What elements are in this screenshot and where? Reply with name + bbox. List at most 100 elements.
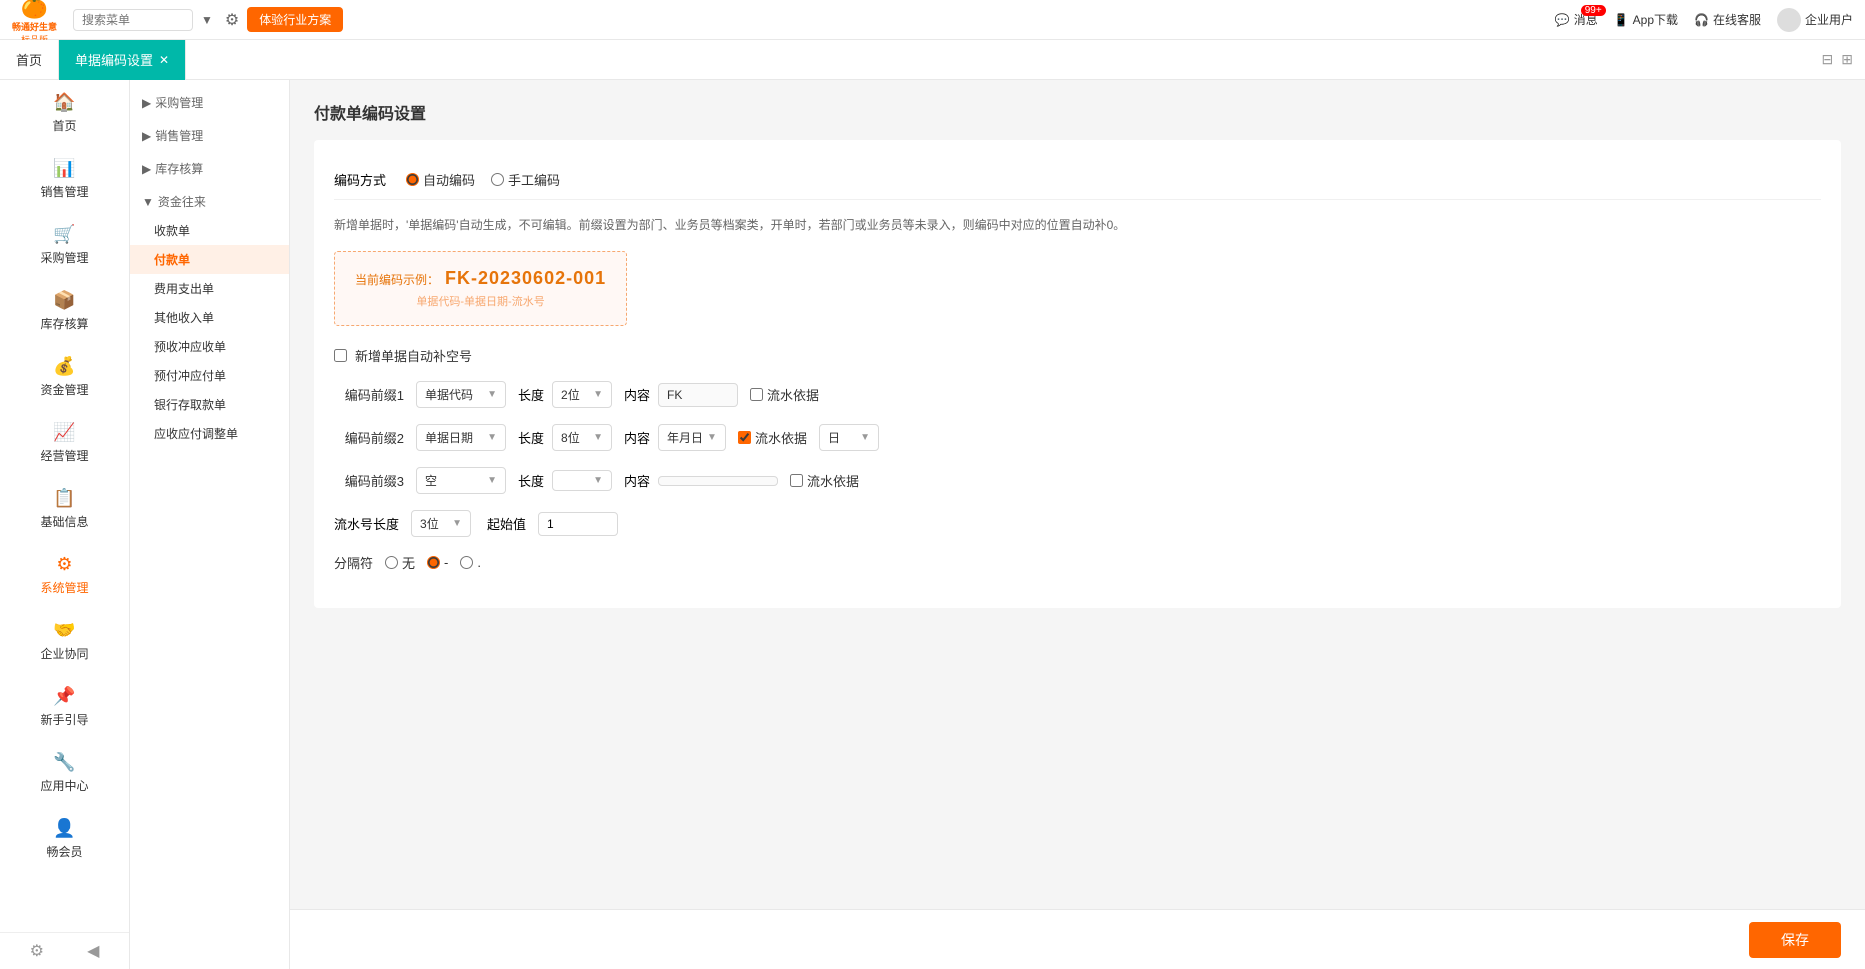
prefix1-serial-checkbox[interactable]: 流水依据 — [750, 385, 819, 404]
sep-dash-radio[interactable]: - — [427, 555, 448, 570]
sidebar-item-inventory[interactable]: 📦 库存核算 — [0, 278, 129, 344]
chevron-down-serial: ▼ — [452, 518, 462, 529]
prefix2-length-select[interactable]: 8位 ▼ — [552, 424, 612, 451]
encode-method-row: 编码方式 自动编码 手工编码 — [334, 160, 1821, 200]
radio-group: 自动编码 手工编码 — [406, 170, 560, 189]
message-badge: 99+ — [1581, 5, 1606, 16]
search-input[interactable] — [73, 9, 193, 31]
left-panel-group-sales: ▶ 销售管理 — [130, 121, 289, 150]
sidebar-item-operations[interactable]: 📈 经营管理 — [0, 410, 129, 476]
sidebar-settings-icon[interactable]: ⚙ — [30, 941, 44, 961]
sidebar-item-system[interactable]: ⚙ 系统管理 — [0, 542, 129, 608]
prefix1-row: 编码前缀1 单据代码 ▼ 长度 2位 ▼ — [334, 381, 1821, 408]
cta-button[interactable]: 体验行业方案 — [247, 7, 343, 32]
topbar-right: 💬 消息 99+ 📱 App下载 🎧 在线客服 企业用户 — [1555, 8, 1853, 32]
prefix1-select[interactable]: 单据代码 ▼ — [416, 381, 506, 408]
avatar — [1777, 8, 1801, 32]
sidebar-item-enterprise[interactable]: 🤝 企业协同 — [0, 608, 129, 674]
tabbar: 首页 单据编码设置 ✕ ⊟ ⊞ — [0, 40, 1865, 80]
sidebar-item-member[interactable]: 👤 畅会员 — [0, 806, 129, 872]
left-panel-group-header-purchase[interactable]: ▶ 采购管理 — [130, 88, 289, 117]
prefix2-serial-unit-select[interactable]: 日 ▼ — [819, 424, 879, 451]
sidebar: 🏠 首页 📊 销售管理 🛒 采购管理 📦 库存核算 💰 资金管理 📈 经营管理 … — [0, 80, 130, 969]
code-preview-label: 当前编码示例： — [355, 271, 439, 288]
prefix2-serial-input[interactable] — [738, 431, 751, 444]
serial-length-select[interactable]: 3位 ▼ — [411, 510, 471, 537]
prefix3-length-select[interactable]: ▼ — [552, 470, 612, 491]
dropdown-icon[interactable]: ▼ — [201, 13, 213, 27]
left-panel-item-receipt[interactable]: 收款单 — [130, 216, 289, 245]
auto-fill-checkbox[interactable] — [334, 349, 347, 362]
chevron-down-unit2: ▼ — [860, 432, 870, 443]
tab-document-code-setting[interactable]: 单据编码设置 ✕ — [59, 40, 186, 80]
left-panel-item-bank[interactable]: 银行存取款单 — [130, 390, 289, 419]
content: ▶ 采购管理 ▶ 销售管理 ▶ 库存核算 ▼ 资金往来 — [130, 80, 1865, 969]
sidebar-collapse-icon[interactable]: ◀ — [87, 941, 99, 961]
chevron-down-prefix1: ▼ — [487, 389, 497, 400]
settings-icon[interactable]: ⚙ — [225, 10, 239, 30]
minimize-icon[interactable]: ⊟ — [1822, 51, 1834, 68]
left-panel-item-pre-receipt[interactable]: 预收冲应收单 — [130, 332, 289, 361]
maximize-icon[interactable]: ⊞ — [1841, 51, 1853, 68]
left-panel-item-payment[interactable]: 付款单 — [130, 245, 289, 274]
radio-auto-encode[interactable]: 自动编码 — [406, 170, 475, 189]
sidebar-item-guide[interactable]: 📌 新手引导 — [0, 674, 129, 740]
app-download-button[interactable]: 📱 App下载 — [1614, 11, 1678, 28]
sep-dot-input[interactable] — [460, 556, 473, 569]
prefix1-serial-input[interactable] — [750, 388, 763, 401]
radio-manual-input[interactable] — [491, 173, 504, 186]
prefix1-length-select[interactable]: 2位 ▼ — [552, 381, 612, 408]
sep-none-radio[interactable]: 无 — [385, 553, 415, 572]
base-info-icon: 📋 — [53, 488, 75, 509]
prefix2-select[interactable]: 单据日期 ▼ — [416, 424, 506, 451]
service-icon: 🎧 — [1694, 13, 1709, 27]
prefix3-serial-checkbox[interactable]: 流水依据 — [790, 471, 859, 490]
tab-home[interactable]: 首页 — [0, 40, 59, 80]
left-panel-item-expense[interactable]: 费用支出单 — [130, 274, 289, 303]
tab-close-icon[interactable]: ✕ — [159, 53, 169, 67]
save-button[interactable]: 保存 — [1749, 922, 1841, 958]
topbar: 🍊 畅通好生意 标品版 ▼ ⚙ 体验行业方案 💬 消息 99+ 📱 App下载 … — [0, 0, 1865, 40]
sidebar-item-sales[interactable]: 📊 销售管理 — [0, 146, 129, 212]
user-avatar[interactable]: 企业用户 — [1777, 8, 1853, 32]
app-icon: 📱 — [1614, 13, 1629, 27]
prefix3-label: 编码前缀3 — [334, 471, 404, 490]
prefix2-row: 编码前缀2 单据日期 ▼ 长度 8位 ▼ — [334, 424, 1821, 451]
sidebar-item-base-info[interactable]: 📋 基础信息 — [0, 476, 129, 542]
prefix2-serial-checkbox[interactable]: 流水依据 — [738, 428, 807, 447]
prefix3-serial-input[interactable] — [790, 474, 803, 487]
sidebar-item-purchase[interactable]: 🛒 采购管理 — [0, 212, 129, 278]
left-panel-group-header-sales[interactable]: ▶ 销售管理 — [130, 121, 289, 150]
prefix3-select[interactable]: 空 ▼ — [416, 467, 506, 494]
radio-auto-input[interactable] — [406, 173, 419, 186]
sep-none-input[interactable] — [385, 556, 398, 569]
serial-start-input[interactable] — [538, 512, 618, 536]
left-panel-group-header-finance[interactable]: ▼ 资金往来 — [130, 187, 289, 216]
member-icon: 👤 — [53, 818, 75, 839]
sep-dot-radio[interactable]: . — [460, 555, 481, 570]
left-panel-item-other-income[interactable]: 其他收入单 — [130, 303, 289, 332]
chevron-right-icon-inventory: ▶ — [142, 162, 151, 176]
radio-manual-encode[interactable]: 手工编码 — [491, 170, 560, 189]
left-panel-item-pre-payment[interactable]: 预付冲应付单 — [130, 361, 289, 390]
chevron-down-len1: ▼ — [593, 389, 603, 400]
sidebar-item-finance[interactable]: 💰 资金管理 — [0, 344, 129, 410]
prefix1-length-group: 长度 2位 ▼ — [518, 381, 612, 408]
left-panel-group-header-inventory[interactable]: ▶ 库存核算 — [130, 154, 289, 183]
sidebar-item-home[interactable]: 🏠 首页 — [0, 80, 129, 146]
sep-dash-input[interactable] — [427, 556, 440, 569]
left-panel: ▶ 采购管理 ▶ 销售管理 ▶ 库存核算 ▼ 资金往来 — [130, 80, 290, 969]
serial-row: 流水号长度 3位 ▼ 起始值 — [334, 510, 1821, 537]
separator-row: 分隔符 无 - . — [334, 553, 1821, 572]
prefix2-label: 编码前缀2 — [334, 428, 404, 447]
left-panel-item-adjustment[interactable]: 应收应付调整单 — [130, 419, 289, 448]
sidebar-item-app-center[interactable]: 🔧 应用中心 — [0, 740, 129, 806]
inventory-icon: 📦 — [53, 290, 75, 311]
prefix3-content-group: 内容 — [624, 471, 778, 490]
settings-card: 编码方式 自动编码 手工编码 — [314, 140, 1841, 608]
message-button[interactable]: 💬 消息 99+ — [1555, 11, 1598, 28]
prefix2-content-select[interactable]: 年月日 ▼ — [658, 424, 726, 451]
chevron-down-content2: ▼ — [707, 432, 717, 443]
encode-method-label: 编码方式 — [334, 170, 386, 189]
online-service-button[interactable]: 🎧 在线客服 — [1694, 11, 1761, 28]
